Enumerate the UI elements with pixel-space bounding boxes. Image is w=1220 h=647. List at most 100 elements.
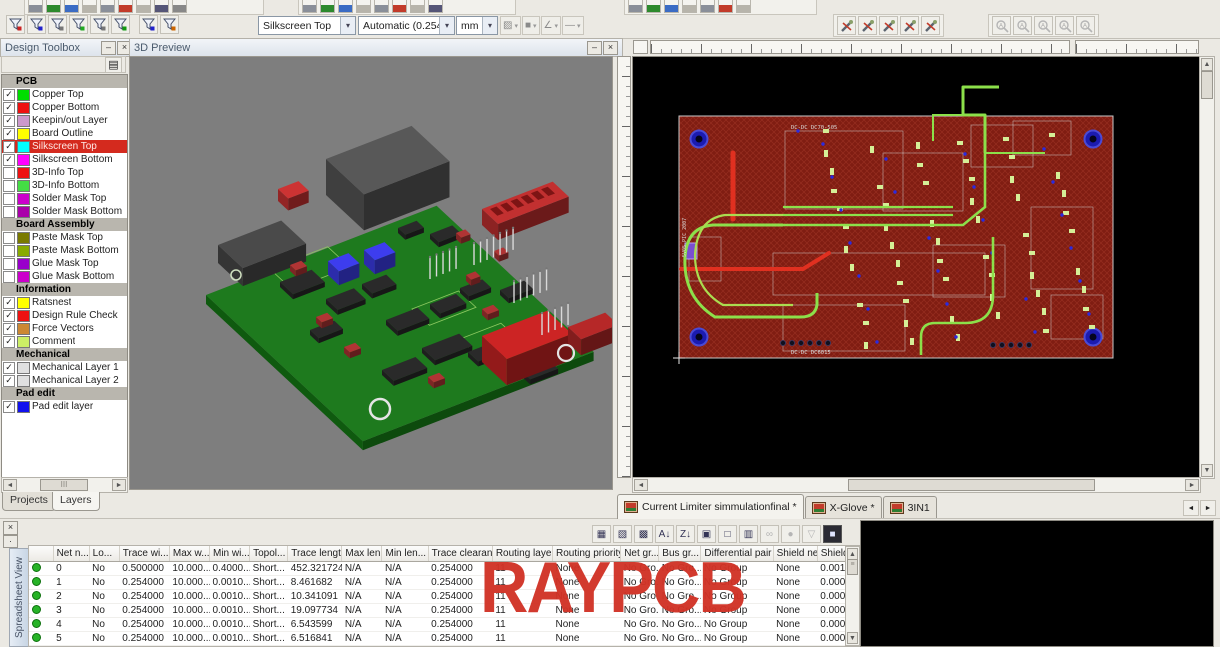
zoom-tool-icon[interactable]: A	[1013, 16, 1032, 35]
layer-row[interactable]: ✓ Design Rule Check	[2, 309, 127, 322]
toolbar-icon[interactable]	[410, 0, 425, 13]
layer-checkbox[interactable]: ✓	[3, 296, 15, 309]
layer-row[interactable]: ✓ Force Vectors	[2, 322, 127, 335]
grid-view-icon[interactable]: ▦	[592, 525, 611, 543]
chevron-down-icon[interactable]: ▾	[482, 17, 497, 34]
column-header[interactable]: Topol...	[249, 546, 289, 562]
toolbar-icon[interactable]	[700, 0, 715, 13]
toolbar-icon[interactable]	[374, 0, 389, 13]
pcb-layout-canvas[interactable]: DC-DC DC70-505 DC-DC DC6015 5V05 PIC 2007	[632, 56, 1201, 479]
filter-icon[interactable]	[69, 15, 88, 34]
toolbar-icon[interactable]	[428, 0, 443, 13]
layer-checkbox[interactable]: ✓	[3, 335, 15, 348]
pcb-tab[interactable]: Current Limiter simmulationfinal *	[617, 494, 804, 519]
layer-row[interactable]: 3D-Info Bottom	[2, 179, 127, 192]
angle-mode-dropdown[interactable]: ∠ ▾	[540, 16, 562, 35]
layer-checkbox[interactable]: ✓	[3, 374, 15, 387]
layer-checkbox[interactable]	[3, 231, 15, 244]
pcb-tab[interactable]: 3IN1	[882, 496, 937, 519]
print-icon[interactable]: ▣	[697, 525, 716, 543]
column-header[interactable]: Max len...	[341, 546, 383, 562]
column-header[interactable]: Min wi...	[209, 546, 251, 562]
layer-row[interactable]: ✓ Mechanical Layer 2	[2, 374, 127, 387]
column-header[interactable]: Net n...	[53, 546, 90, 562]
sort-descending-icon[interactable]: Z↓	[676, 525, 695, 543]
sort-ascending-icon[interactable]: A↓	[655, 525, 674, 543]
minimize-icon[interactable]: –	[587, 40, 602, 55]
layer-row[interactable]: Paste Mask Bottom	[2, 244, 127, 257]
filter-icon[interactable]	[111, 15, 130, 34]
layer-checkbox[interactable]: ✓	[3, 101, 15, 114]
minimize-icon[interactable]: –	[101, 40, 116, 55]
vscroll-thumb[interactable]: ≡	[847, 559, 858, 575]
layer-checkbox[interactable]: ✓	[3, 361, 15, 374]
filter-icon[interactable]	[48, 15, 67, 34]
routing-tool-icon[interactable]	[900, 16, 919, 35]
layer-checkbox[interactable]	[3, 179, 15, 192]
layer-row[interactable]: 3D-Info Top	[2, 166, 127, 179]
spotlight-icon[interactable]: ■	[823, 525, 842, 543]
toolbar-icon[interactable]	[646, 0, 661, 13]
tab-layers[interactable]: Layers	[52, 492, 100, 511]
page-setup-icon[interactable]: ▤	[105, 56, 122, 73]
column-header[interactable]: Shield net	[773, 546, 818, 562]
filter-icon[interactable]	[139, 15, 158, 34]
grid-spacing-dropdown[interactable]: Automatic (0.254000 ▾	[358, 16, 455, 35]
scroll-down-icon[interactable]: ▼	[1201, 464, 1213, 477]
print-preview-icon[interactable]: □	[718, 525, 737, 543]
column-header[interactable]: Shield	[817, 546, 850, 562]
filter-icon[interactable]	[27, 15, 46, 34]
layer-checkbox[interactable]	[3, 205, 15, 218]
layer-checkbox[interactable]: ✓	[3, 127, 15, 140]
tab-scroll-left-icon[interactable]: ◄	[1183, 500, 1199, 516]
zoom-tool-icon[interactable]: A	[992, 16, 1011, 35]
layer-row[interactable]: ✓ Board Outline	[2, 127, 127, 140]
toolbar-icon[interactable]	[82, 0, 97, 13]
column-header[interactable]: Lo...	[89, 546, 120, 562]
layer-checkbox[interactable]	[3, 257, 15, 270]
zoom-tool-icon[interactable]: A	[1076, 16, 1095, 35]
pcb-vscrollbar[interactable]: ▲ ▼	[1199, 56, 1215, 479]
layer-row[interactable]: ✓ Mechanical Layer 1	[2, 361, 127, 374]
toolbar-icon[interactable]	[118, 0, 133, 13]
layer-checkbox[interactable]	[3, 192, 15, 205]
table-row[interactable]: 5 No 0.254000 10.000... 0.0010... Short... 6.5…	[29, 631, 849, 646]
zoom-tool-icon[interactable]: A	[1034, 16, 1053, 35]
layer-checkbox[interactable]: ✓	[3, 400, 15, 413]
layer-checkbox[interactable]: ✓	[3, 322, 15, 335]
layer-row[interactable]: Glue Mask Bottom	[2, 270, 127, 283]
layer-row[interactable]: ✓ Keepin/out Layer	[2, 114, 127, 127]
layer-row[interactable]: Paste Mask Top	[2, 231, 127, 244]
toolbar-icon[interactable]	[736, 0, 751, 13]
toolbar-icon[interactable]	[46, 0, 61, 13]
layer-row[interactable]: ✓ Silkscreen Bottom	[2, 153, 127, 166]
toolbar-icon[interactable]	[718, 0, 733, 13]
toolbar-icon[interactable]	[320, 0, 335, 13]
table-vscrollbar[interactable]: ▲ ≡ ▼	[845, 546, 860, 646]
layer-checkbox[interactable]: ✓	[3, 153, 15, 166]
hscroll-thumb[interactable]: III	[40, 479, 88, 491]
layer-list-hscrollbar[interactable]: ◄ III ►	[1, 477, 128, 493]
units-dropdown[interactable]: mm ▾	[456, 16, 498, 35]
scroll-left-icon[interactable]: ◄	[634, 479, 648, 491]
pin-icon[interactable]: ·	[3, 535, 18, 548]
hscroll-thumb[interactable]	[848, 479, 1095, 491]
pour-style-dropdown[interactable]: ▨ ▾	[500, 16, 521, 35]
layer-checkbox[interactable]: ✓	[3, 140, 15, 153]
layer-checkbox[interactable]	[3, 166, 15, 179]
close-icon[interactable]: ×	[603, 40, 618, 55]
scroll-up-icon[interactable]: ▲	[1201, 58, 1213, 71]
layer-checkbox[interactable]	[3, 244, 15, 257]
layer-checkbox[interactable]	[3, 270, 15, 283]
scroll-down-icon[interactable]: ▼	[847, 632, 858, 644]
scroll-right-icon[interactable]: ►	[112, 479, 126, 491]
layer-checkbox[interactable]: ✓	[3, 114, 15, 127]
preview-3d-canvas[interactable]	[129, 56, 613, 490]
field-chooser-icon[interactable]: ▩	[634, 525, 653, 543]
pcb-hscrollbar[interactable]: ◄ ►	[632, 477, 1201, 493]
toolbar-icon[interactable]	[356, 0, 371, 13]
copy-icon[interactable]: ▥	[739, 525, 758, 543]
filter-icon[interactable]	[90, 15, 109, 34]
tab-projects[interactable]: Projects	[2, 492, 56, 511]
zoom-tool-icon[interactable]: A	[1055, 16, 1074, 35]
